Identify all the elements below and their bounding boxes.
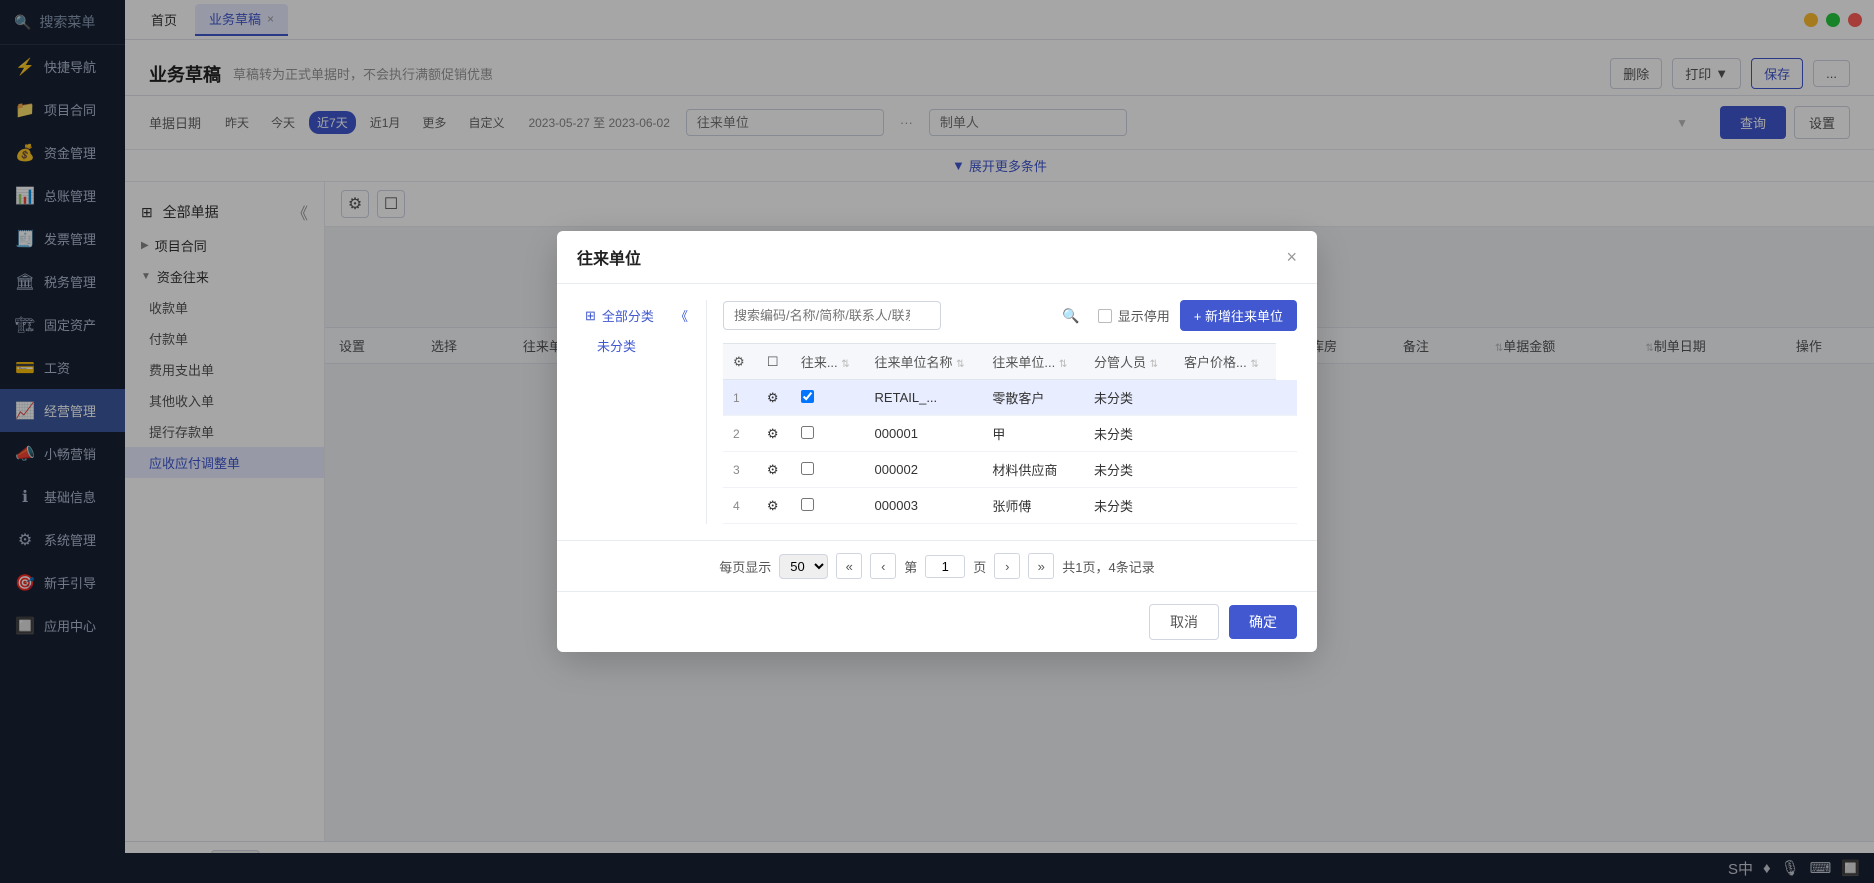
d-col-code: 往来... ⇅ — [791, 344, 865, 380]
show-disabled-wrap: 显示停用 — [1098, 306, 1170, 325]
dialog-per-page-select[interactable]: 50 — [779, 554, 828, 579]
row-checkbox-cell[interactable] — [791, 380, 865, 416]
add-party-button[interactable]: + 新增往来单位 — [1180, 300, 1297, 331]
page-number-input[interactable] — [925, 555, 965, 578]
prev-page-button[interactable]: ‹ — [870, 553, 896, 579]
dialog-category-panel: ⊞ 全部分类 《 未分类 — [577, 300, 707, 524]
row-settings-cell: ⚙ — [757, 488, 791, 524]
dialog-table-row[interactable]: 4 ⚙ 000003 张师傅 未分类 — [723, 488, 1297, 524]
category-all[interactable]: ⊞ 全部分类 《 — [577, 300, 696, 331]
dialog-table-wrap: ⚙ ☐ 往来... ⇅ 往来单位名称 ⇅ 往来单位... ⇅ 分管人员 ⇅ 客户… — [723, 343, 1297, 524]
row-settings-cell: ⚙ — [757, 416, 791, 452]
row-price-cell — [1276, 416, 1297, 452]
d-col-price: 客户价格... ⇅ — [1174, 344, 1276, 380]
per-page-label: 每页显示 — [719, 557, 771, 576]
row-name-cell: 材料供应商 — [982, 452, 1084, 488]
row-checkbox-cell[interactable] — [791, 452, 865, 488]
row-manager-cell — [1174, 452, 1276, 488]
dialog-header: 往来单位 × — [557, 231, 1317, 284]
cancel-button[interactable]: 取消 — [1149, 604, 1219, 640]
row-name-cell: 张师傅 — [982, 488, 1084, 524]
first-page-button[interactable]: « — [836, 553, 862, 579]
row-name-cell: 甲 — [982, 416, 1084, 452]
row-checkbox-cell[interactable] — [791, 416, 865, 452]
row-number-cell: 1 — [723, 380, 757, 416]
dialog-footer: 取消 确定 — [557, 591, 1317, 652]
dialog-search-row: 🔍 显示停用 + 新增往来单位 — [723, 300, 1297, 331]
dialog-pagination: 每页显示 50 « ‹ 第 页 › » 共1页，4条记录 — [557, 540, 1317, 591]
row-price-cell — [1276, 452, 1297, 488]
row-category-cell: 未分类 — [1084, 452, 1174, 488]
search-icon: 🔍 — [1062, 307, 1079, 324]
dialog-content: ⊞ 全部分类 《 未分类 🔍 — [577, 300, 1297, 524]
dialog-right: 🔍 显示停用 + 新增往来单位 ⚙ — [723, 300, 1297, 524]
confirm-button[interactable]: 确定 — [1229, 605, 1297, 639]
dialog-table-row[interactable]: 3 ⚙ 000002 材料供应商 未分类 — [723, 452, 1297, 488]
row-checkbox-cell[interactable] — [791, 488, 865, 524]
row-settings-cell: ⚙ — [757, 380, 791, 416]
dialog-close-button[interactable]: × — [1286, 248, 1297, 266]
row-manager-cell — [1174, 380, 1276, 416]
row-code-cell: 000001 — [865, 416, 983, 452]
page-label-before: 第 — [904, 557, 917, 576]
dialog-body: ⊞ 全部分类 《 未分类 🔍 — [557, 284, 1317, 540]
category-all-label: 全部分类 — [602, 306, 654, 325]
page-label-after: 页 — [973, 557, 986, 576]
row-category-cell: 未分类 — [1084, 416, 1174, 452]
party-dialog: 往来单位 × ⊞ 全部分类 《 未分类 — [557, 231, 1317, 652]
row-manager-cell — [1174, 416, 1276, 452]
row-code-cell: RETAIL_... — [865, 380, 983, 416]
total-records: 共1页，4条记录 — [1062, 557, 1154, 576]
row-code-cell: 000003 — [865, 488, 983, 524]
next-page-button[interactable]: › — [994, 553, 1020, 579]
last-page-button[interactable]: » — [1028, 553, 1054, 579]
grid-icon: ⊞ — [585, 308, 596, 324]
category-unclassified[interactable]: 未分类 — [577, 331, 696, 360]
row-price-cell — [1276, 380, 1297, 416]
row-settings-cell: ⚙ — [757, 452, 791, 488]
show-disabled-checkbox[interactable] — [1098, 309, 1112, 323]
row-name-cell: 零散客户 — [982, 380, 1084, 416]
d-col-settings: ⚙ — [723, 344, 757, 380]
d-col-manager: 分管人员 ⇅ — [1084, 344, 1174, 380]
row-number-cell: 2 — [723, 416, 757, 452]
dialog-table-row[interactable]: 2 ⚙ 000001 甲 未分类 — [723, 416, 1297, 452]
row-number-cell: 4 — [723, 488, 757, 524]
dialog-table: ⚙ ☐ 往来... ⇅ 往来单位名称 ⇅ 往来单位... ⇅ 分管人员 ⇅ 客户… — [723, 343, 1297, 524]
dialog-overlay: 往来单位 × ⊞ 全部分类 《 未分类 — [0, 0, 1874, 883]
collapse-left-icon[interactable]: 《 — [675, 306, 688, 325]
row-category-cell: 未分类 — [1084, 380, 1174, 416]
dialog-table-row[interactable]: 1 ⚙ RETAIL_... 零散客户 未分类 — [723, 380, 1297, 416]
show-disabled-label: 显示停用 — [1118, 306, 1170, 325]
row-category-cell: 未分类 — [1084, 488, 1174, 524]
row-price-cell — [1276, 488, 1297, 524]
row-manager-cell — [1174, 488, 1276, 524]
dialog-title: 往来单位 — [577, 245, 641, 269]
search-wrap: 🔍 — [723, 301, 1088, 330]
dialog-search-input[interactable] — [723, 301, 941, 330]
row-number-cell: 3 — [723, 452, 757, 488]
d-col-name: 往来单位名称 ⇅ — [865, 344, 983, 380]
row-code-cell: 000002 — [865, 452, 983, 488]
d-col-select: ☐ — [757, 344, 791, 380]
d-col-category: 往来单位... ⇅ — [982, 344, 1084, 380]
